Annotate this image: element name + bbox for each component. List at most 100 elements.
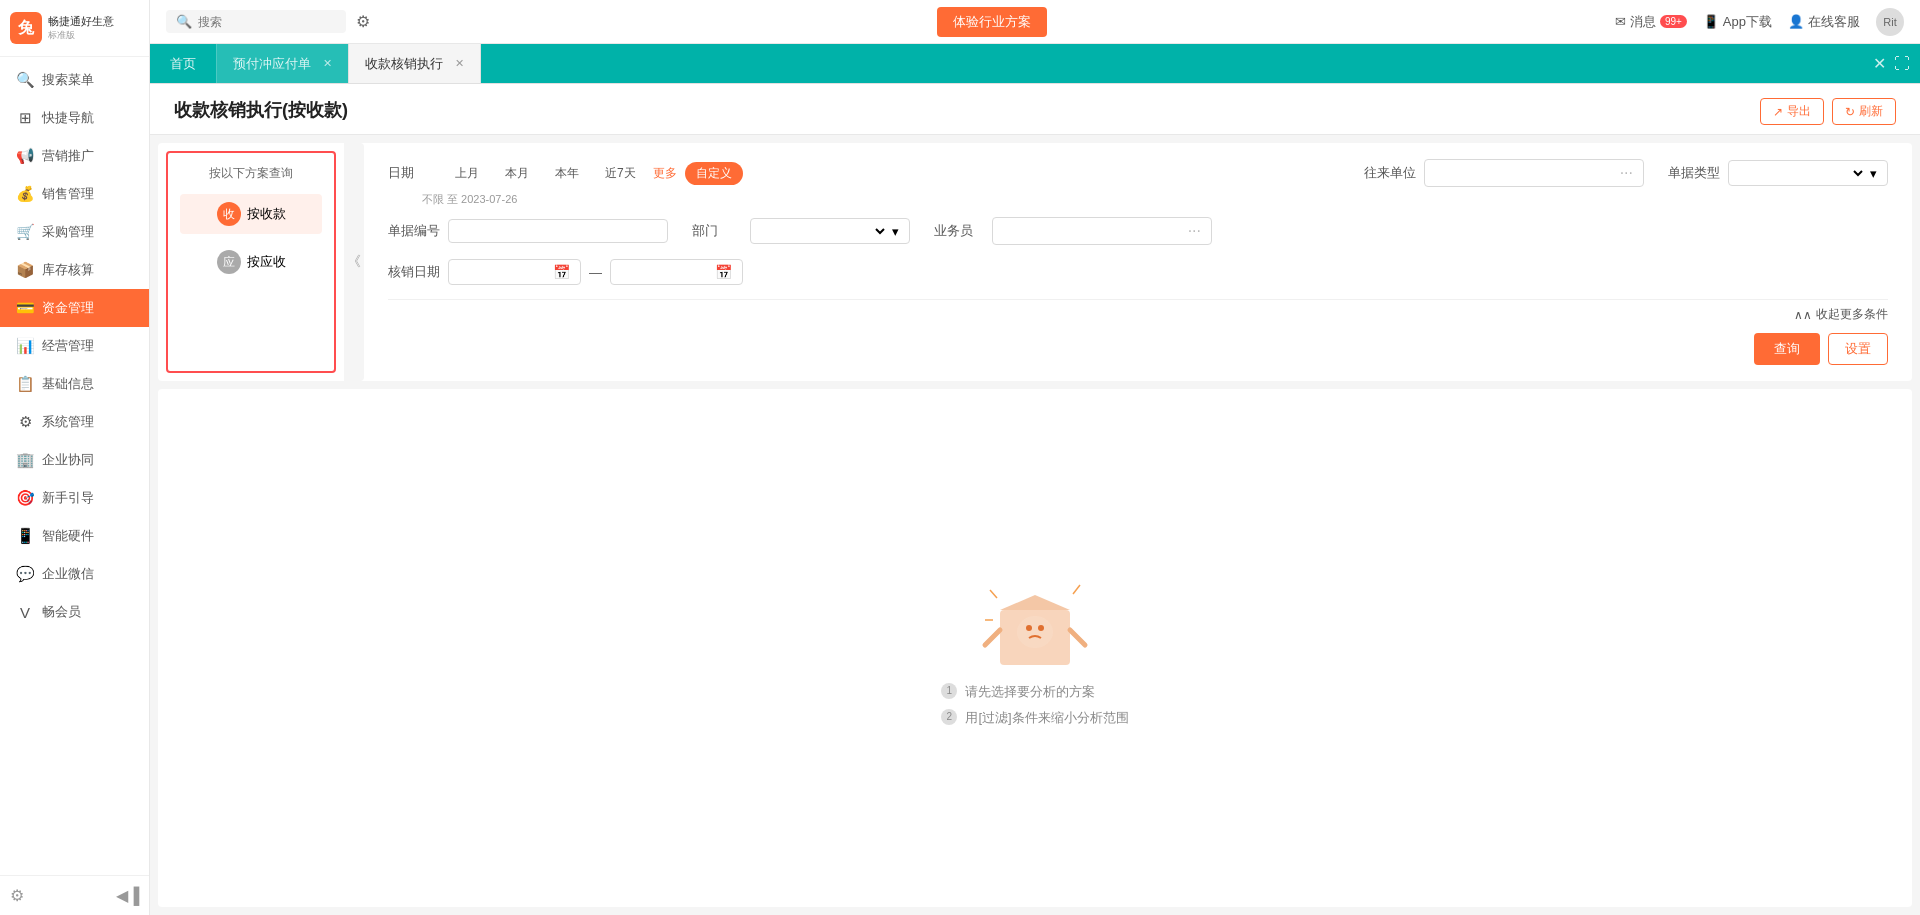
doc-type-select-wrap[interactable]: ▾ [1728, 160, 1888, 186]
date-custom-btn[interactable]: 自定义 [685, 162, 743, 185]
sidebar-item-purchase[interactable]: 🛒 采购管理 [0, 213, 149, 251]
dept-select[interactable] [761, 223, 888, 239]
settings-icon[interactable]: ⚙ [10, 886, 24, 905]
sidebar-item-marketing[interactable]: 📢 营销推广 [0, 137, 149, 175]
logo-badge: 标准版 [48, 29, 114, 42]
sidebar-item-management[interactable]: 📊 经营管理 [0, 327, 149, 365]
counterpart-input[interactable] [1435, 166, 1612, 180]
writeoff-start-input[interactable]: 2023-03-01 [459, 265, 549, 279]
date-this-year[interactable]: 本年 [546, 162, 588, 185]
doc-type-label: 单据类型 [1668, 164, 1720, 182]
dept-select-wrap[interactable]: ▾ [750, 218, 910, 244]
counterpart-label: 往来单位 [1364, 164, 1416, 182]
page-header: 收款核销执行(按收款) ↗ 导出 ↻ 刷新 [150, 84, 1920, 135]
tab-home[interactable]: 首页 [150, 44, 217, 83]
expand-icon[interactable]: ⛶ [1894, 55, 1910, 73]
filter-by-receipt[interactable]: 收 按收款 [180, 194, 322, 234]
close-tab-icon[interactable]: ✕ [1873, 54, 1886, 73]
calendar-start-icon[interactable]: 📅 [553, 264, 570, 280]
filter-right-panel: 日期 上月 本月 本年 近7天 更多 自定义 往来单位 [364, 143, 1912, 381]
tab-close-receipts[interactable]: ✕ [455, 57, 464, 70]
collapse-chevron-icon: ∧∧ [1794, 308, 1812, 322]
online-service-button[interactable]: 👤 在线客服 [1788, 13, 1860, 31]
app-icon: 📱 [1703, 14, 1719, 29]
date-more-btn[interactable]: 更多 [653, 165, 677, 182]
empty-state: 1 请先选择要分析的方案 2 用[过滤]条件来缩小分析范围 [158, 389, 1912, 907]
corp-icon: 🏢 [16, 451, 34, 469]
messages-button[interactable]: ✉ 消息 99+ [1615, 13, 1687, 31]
logo-text: 畅捷通好生意 [48, 14, 114, 28]
topbar-search[interactable]: 🔍 [166, 10, 346, 33]
staff-input-wrap[interactable]: ··· [992, 217, 1212, 245]
sidebar-item-wechat[interactable]: 💬 企业微信 [0, 555, 149, 593]
dropdown-icon: ▾ [1870, 166, 1877, 181]
doc-no-label: 单据编号 [388, 222, 440, 240]
purchase-icon: 🛒 [16, 223, 34, 241]
sidebar-item-guide[interactable]: 🎯 新手引导 [0, 479, 149, 517]
svg-point-4 [1038, 625, 1044, 631]
svg-line-6 [1073, 585, 1080, 594]
collapse-more-btn[interactable]: ∧∧ 收起更多条件 [388, 299, 1888, 329]
svg-line-8 [985, 630, 1000, 645]
export-button[interactable]: ↗ 导出 [1760, 98, 1824, 125]
sidebar-item-search[interactable]: 🔍 搜索菜单 [0, 61, 149, 99]
message-icon: ✉ [1615, 14, 1626, 29]
writeoff-start-wrap[interactable]: 2023-03-01 📅 [448, 259, 581, 285]
sidebar-item-sales[interactable]: 💰 销售管理 [0, 175, 149, 213]
search-nav-icon: 🔍 [16, 71, 34, 89]
management-icon: 📊 [16, 337, 34, 355]
sidebar-item-basic[interactable]: 📋 基础信息 [0, 365, 149, 403]
tab-receipts[interactable]: 收款核销执行 ✕ [349, 44, 481, 83]
staff-dots-icon[interactable]: ··· [1188, 222, 1201, 240]
counterpart-input-wrap[interactable]: ··· [1424, 159, 1644, 187]
filter-by-receivable[interactable]: 应 按应收 [180, 242, 322, 282]
sidebar-item-hardware[interactable]: 📱 智能硬件 [0, 517, 149, 555]
topbar-right: ✉ 消息 99+ 📱 App下载 👤 在线客服 Rit [1615, 8, 1904, 36]
sidebar-logo: 兔 畅捷通好生意 标准版 [0, 0, 149, 57]
query-button[interactable]: 查询 [1754, 333, 1820, 365]
filter-row-3: 核销日期 2023-03-01 📅 — 2023-07-21 📅 [388, 259, 1888, 285]
dept-label: 部门 [692, 222, 742, 240]
staff-input[interactable] [1003, 224, 1180, 238]
tab-prepay[interactable]: 预付冲应付单 ✕ [217, 44, 349, 83]
doc-type-select[interactable] [1739, 165, 1866, 181]
export-icon: ↗ [1773, 105, 1783, 119]
doc-no-input[interactable] [459, 224, 657, 238]
sidebar-item-system[interactable]: ⚙ 系统管理 [0, 403, 149, 441]
tab-close-prepay[interactable]: ✕ [323, 57, 332, 70]
basic-icon: 📋 [16, 375, 34, 393]
writeoff-date-label: 核销日期 [388, 263, 440, 281]
writeoff-end-wrap[interactable]: 2023-07-21 📅 [610, 259, 743, 285]
topbar-left: 🔍 ⚙ [166, 10, 370, 33]
doc-no-input-wrap[interactable] [448, 219, 668, 243]
date-7days[interactable]: 近7天 [596, 162, 645, 185]
member-icon: V [16, 604, 34, 621]
sidebar-item-quicknav[interactable]: ⊞ 快捷导航 [0, 99, 149, 137]
refresh-button[interactable]: ↻ 刷新 [1832, 98, 1896, 125]
industry-button[interactable]: 体验行业方案 [937, 7, 1047, 37]
writeoff-end-input[interactable]: 2023-07-21 [621, 265, 711, 279]
content: 收款核销执行(按收款) ↗ 导出 ↻ 刷新 按以下方案查询 [150, 84, 1920, 915]
search-input[interactable] [198, 15, 328, 29]
filter-section: 按以下方案查询 收 按收款 应 按应收 《 日期 [158, 143, 1912, 381]
sidebar-item-member[interactable]: V 畅会员 [0, 593, 149, 631]
date-this-month[interactable]: 本月 [496, 162, 538, 185]
sidebar-bottom: ⚙ ◀▐ [0, 875, 149, 915]
collapse-sidebar-icon[interactable]: ◀▐ [116, 886, 139, 905]
sidebar-nav: 🔍 搜索菜单 ⊞ 快捷导航 📢 营销推广 💰 销售管理 🛒 采购管理 📦 库存核… [0, 57, 149, 875]
staff-label: 业务员 [934, 222, 984, 240]
filter-collapse-btn[interactable]: 《 [344, 143, 364, 381]
sidebar-item-inventory[interactable]: 📦 库存核算 [0, 251, 149, 289]
topbar-gear-icon[interactable]: ⚙ [356, 12, 370, 31]
user-avatar[interactable]: Rit [1876, 8, 1904, 36]
sidebar-item-corp[interactable]: 🏢 企业协同 [0, 441, 149, 479]
empty-tip-2: 2 用[过滤]条件来缩小分析范围 [941, 709, 1128, 727]
sidebar-item-finance[interactable]: 💳 资金管理 [0, 289, 149, 327]
app-download-button[interactable]: 📱 App下载 [1703, 13, 1772, 31]
setting-button[interactable]: 设置 [1828, 333, 1888, 365]
quicknav-icon: ⊞ [16, 109, 34, 127]
counterpart-dots-icon[interactable]: ··· [1620, 164, 1633, 182]
calendar-end-icon[interactable]: 📅 [715, 264, 732, 280]
date-last-month[interactable]: 上月 [446, 162, 488, 185]
inventory-icon: 📦 [16, 261, 34, 279]
